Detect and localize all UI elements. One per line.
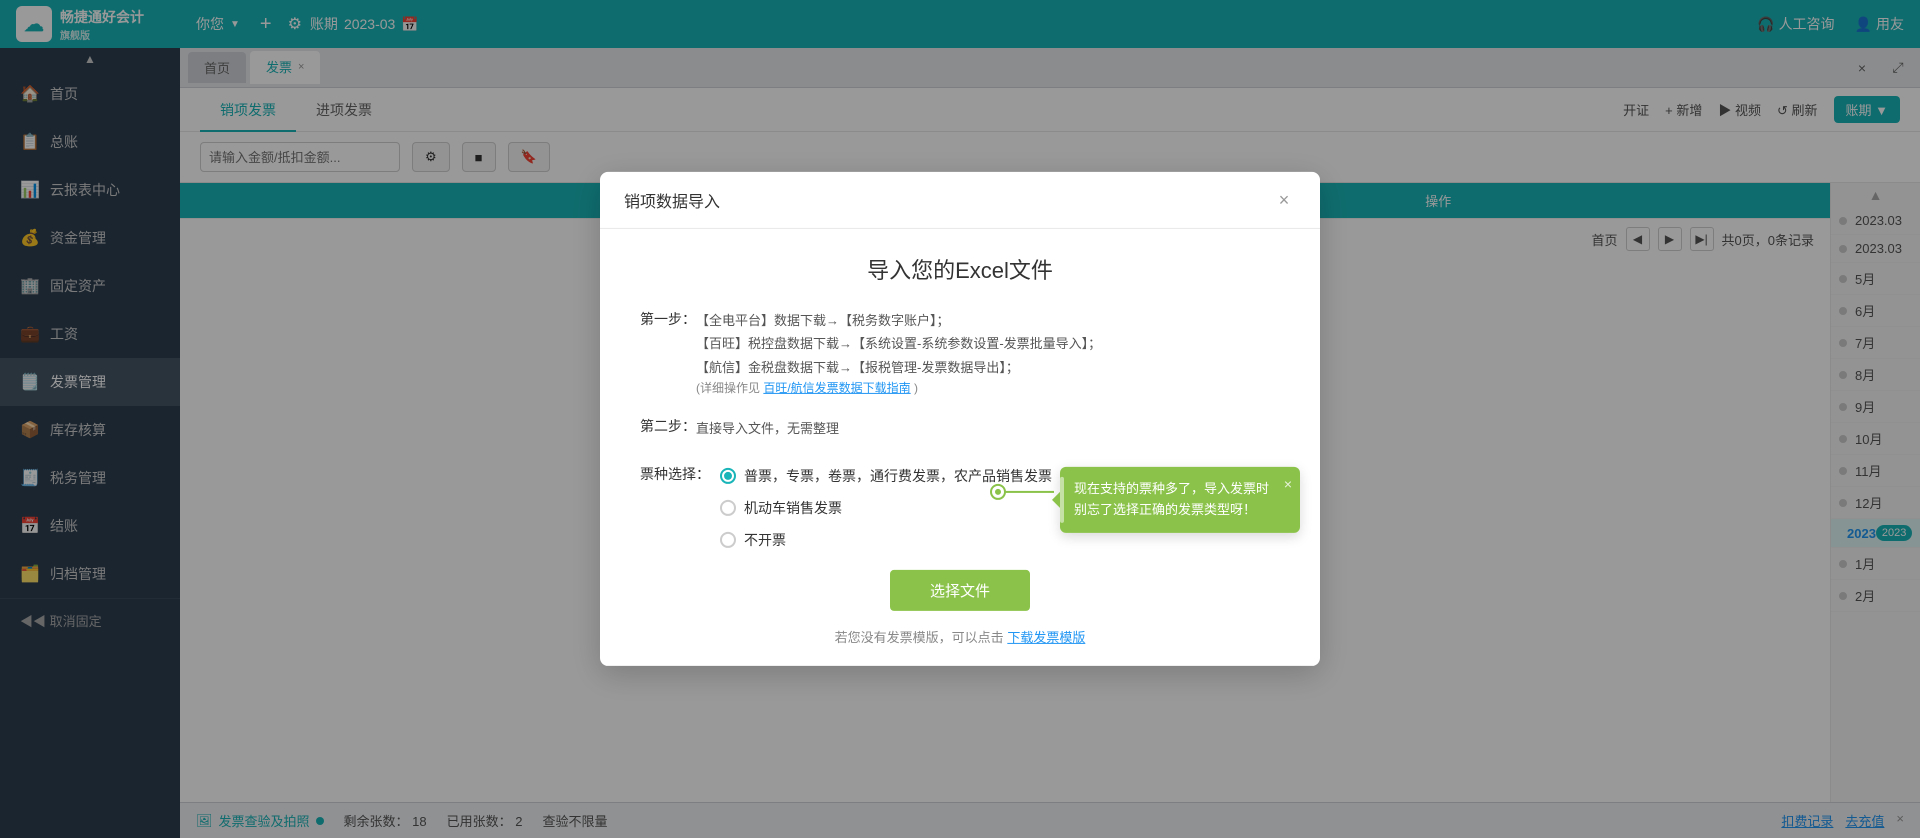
radio-group-section: 票种选择： 普票，专票，卷票，通行费发票，农产品销售发票 机动车销售发票 不开票 — [640, 462, 1280, 550]
step1-line2: 【百旺】税控盘数据下载→【系统设置-系统参数设置-发票批量导入】； — [696, 332, 1101, 355]
radio-label: 票种选择： — [640, 462, 720, 484]
step1-note: (详细操作见 百旺/航信发票数据下载指南 ) — [696, 379, 1101, 396]
step2-content: 直接导入文件，无需整理 — [696, 417, 839, 440]
radio-option-1[interactable]: 普票，专票，卷票，通行费发票，农产品销售发票 — [720, 466, 1052, 486]
select-file-button[interactable]: 选择文件 — [890, 570, 1030, 611]
dialog-body: 导入您的Excel文件 第一步： 【全电平台】数据下载→【税务数字账户】； 【百… — [600, 229, 1320, 666]
download-hint: 若您没有发票模版，可以点击 下载发票模版 — [640, 627, 1280, 646]
dialog-close-button[interactable]: × — [1272, 188, 1296, 212]
step1-label: 第一步： — [640, 309, 696, 390]
step2-label: 第二步： — [640, 416, 696, 436]
tooltip-left-border — [1060, 477, 1064, 523]
tooltip-arrow — [1052, 492, 1060, 508]
guide-link[interactable]: 百旺/航信发票数据下载指南 — [763, 381, 910, 395]
radio-circle-3 — [720, 532, 736, 548]
radio-option-3[interactable]: 不开票 — [720, 530, 1052, 550]
import-dialog: 销项数据导入 × 导入您的Excel文件 第一步： 【全电平台】数据下载→【税务… — [600, 172, 1320, 666]
tooltip-text: 现在支持的票种多了，导入发票时别忘了选择正确的发票类型呀！ — [1074, 481, 1269, 517]
step1-block: 第一步： 【全电平台】数据下载→【税务数字账户】； 【百旺】税控盘数据下载→【系… — [640, 309, 1280, 396]
tooltip-close-btn[interactable]: × — [1284, 473, 1292, 495]
step1-line1: 【全电平台】数据下载→【税务数字账户】； — [696, 309, 1101, 332]
ticket-type-radio-group: 普票，专票，卷票，通行费发票，农产品销售发票 机动车销售发票 不开票 — [720, 466, 1052, 550]
radio-circle-2 — [720, 500, 736, 516]
radio-option-2[interactable]: 机动车销售发票 — [720, 498, 1052, 518]
dialog-title: 销项数据导入 — [624, 188, 720, 212]
tooltip-line — [1004, 491, 1054, 493]
radio-circle-1 — [720, 468, 736, 484]
dialog-main-title: 导入您的Excel文件 — [640, 253, 1280, 285]
step1-line3: 【航信】金税盘数据下载→【报税管理-发票数据导出】； — [696, 356, 1101, 379]
step1-content: 【全电平台】数据下载→【税务数字账户】； 【百旺】税控盘数据下载→【系统设置-系… — [696, 309, 1101, 396]
step2-block: 第二步： 直接导入文件，无需整理 — [640, 416, 1280, 442]
tooltip-balloon: 现在支持的票种多了，导入发票时别忘了选择正确的发票类型呀！ × — [1060, 467, 1300, 533]
download-template-link[interactable]: 下载发票模版 — [1007, 630, 1085, 645]
dialog-header: 销项数据导入 × — [600, 172, 1320, 229]
